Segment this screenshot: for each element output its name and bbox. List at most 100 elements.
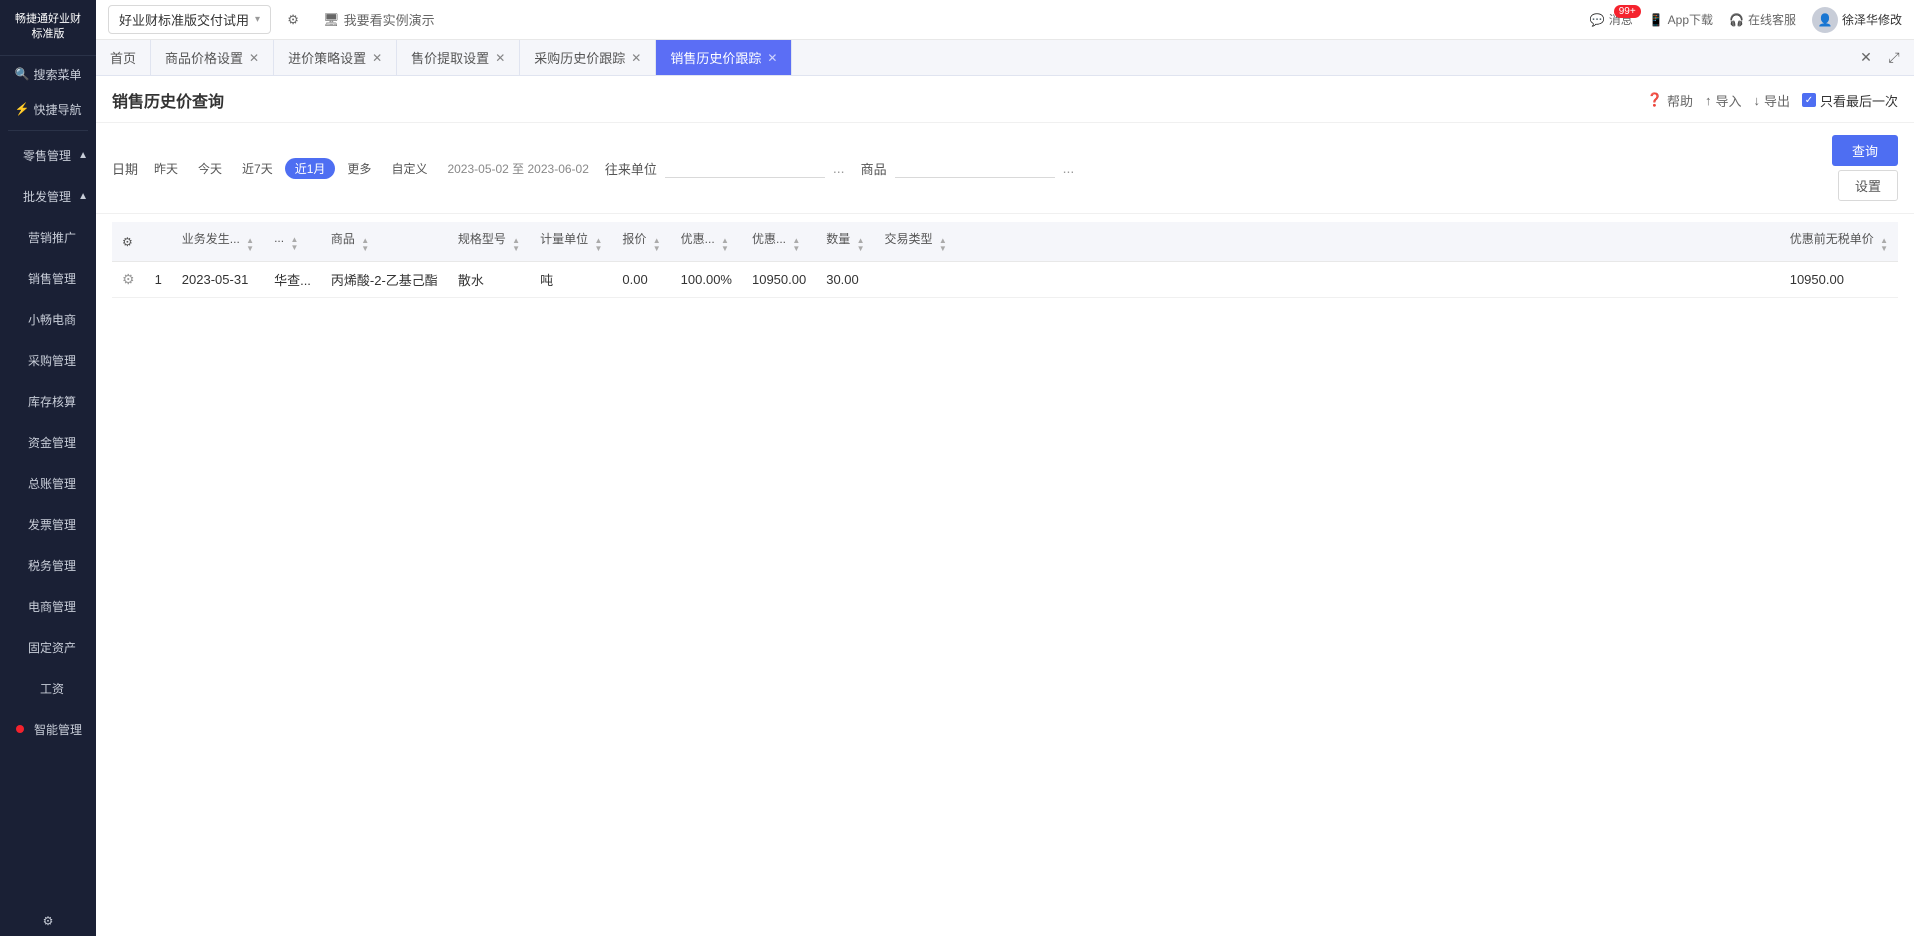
close-icon[interactable]: ✕ — [767, 51, 777, 65]
date-filter-group: 日期 昨天 今天 近7天 近1月 更多 自定义 2023-05-02 至 202… — [112, 158, 589, 179]
import-link[interactable]: ↑ 导入 — [1705, 91, 1742, 110]
date-filter-label: 日期 — [112, 159, 138, 178]
sidebar-logo: 畅捷通好业财 标准版 — [0, 0, 96, 56]
sidebar-item-general-ledger[interactable]: 总账管理 — [0, 463, 96, 504]
sidebar-settings[interactable]: ⚙ — [0, 906, 96, 936]
td-biz-date: 2023-05-31 — [172, 262, 264, 298]
sidebar-item-ecommerce-small[interactable]: 小畅电商 — [0, 299, 96, 340]
sort-icon: ▲▼ — [653, 237, 661, 253]
tab-sale-extract[interactable]: 售价提取设置 ✕ — [397, 40, 520, 76]
version-selector[interactable]: 好业财标准版交付试用 ▾ — [108, 5, 271, 34]
sidebar-divider — [8, 130, 88, 131]
close-window-button[interactable]: ✕ — [1854, 46, 1878, 70]
date-btn-custom[interactable]: 自定义 — [383, 158, 435, 179]
export-link[interactable]: ↓ 导出 — [1753, 91, 1790, 110]
date-btn-more[interactable]: 更多 — [339, 158, 379, 179]
sort-icon: ▲▼ — [792, 237, 800, 253]
date-btn-today[interactable]: 今天 — [190, 158, 230, 179]
sort-icon: ▲▼ — [1880, 237, 1888, 253]
sidebar-item-fixed-assets[interactable]: 固定资产 — [0, 627, 96, 668]
close-icon[interactable]: ✕ — [495, 51, 505, 65]
source-unit-input[interactable] — [665, 158, 825, 178]
sidebar-item-marketing[interactable]: 营销推广 — [0, 217, 96, 258]
help-link[interactable]: ❓ 帮助 — [1647, 91, 1693, 110]
source-unit-dots[interactable]: ... — [833, 160, 845, 176]
gear-icon: ⚙ — [287, 12, 299, 28]
tab-purchase-history[interactable]: 采购历史价跟踪 ✕ — [520, 40, 656, 76]
red-dot-icon — [16, 725, 24, 733]
date-btn-last1month[interactable]: 近1月 — [285, 158, 336, 179]
app-download-button[interactable]: 📱 App下载 — [1649, 11, 1713, 28]
sidebar-item-fund[interactable]: 资金管理 — [0, 422, 96, 463]
avatar: 👤 — [1812, 7, 1838, 33]
th-discount2[interactable]: 优惠... ▲▼ — [742, 222, 816, 262]
sidebar-item-purchase[interactable]: 采购管理 — [0, 340, 96, 381]
td-product: 丙烯酸-2-乙基己酯 — [321, 262, 448, 298]
online-service-button[interactable]: 🎧 在线客服 — [1729, 11, 1796, 28]
maximize-window-button[interactable]: ⤢ — [1882, 46, 1906, 70]
setting-button[interactable]: 设置 — [1838, 170, 1898, 201]
topbar-gear-button[interactable]: ⚙ — [279, 6, 307, 34]
sidebar-item-smart-mgmt[interactable]: 智能管理 — [0, 709, 96, 750]
tab-sales-history[interactable]: 销售历史价跟踪 ✕ — [656, 40, 792, 76]
messages-button[interactable]: 💬 消息 99+ — [1590, 11, 1633, 28]
page-actions: ❓ 帮助 ↑ 导入 ↓ 导出 ✓ 只看最后一次 — [1647, 91, 1898, 110]
page-content: 销售历史价查询 ❓ 帮助 ↑ 导入 ↓ 导出 ✓ 只看最后一次 — [96, 76, 1914, 936]
sort-icon: ▲▼ — [361, 237, 369, 253]
th-price[interactable]: 报价 ▲▼ — [612, 222, 670, 262]
sidebar-item-payroll[interactable]: 工资 — [0, 668, 96, 709]
product-dots[interactable]: ... — [1063, 160, 1075, 176]
message-icon: 💬 — [1590, 13, 1605, 27]
close-icon[interactable]: ✕ — [372, 51, 382, 65]
query-button[interactable]: 查询 — [1832, 135, 1898, 166]
date-btn-yesterday[interactable]: 昨天 — [146, 158, 186, 179]
th-spec[interactable]: 规格型号 ▲▼ — [448, 222, 530, 262]
sidebar-item-invoice[interactable]: 发票管理 — [0, 504, 96, 545]
date-options: 昨天 今天 近7天 近1月 更多 自定义 — [146, 158, 435, 179]
only-last-checkbox-label[interactable]: ✓ 只看最后一次 — [1802, 91, 1898, 110]
th-biz-date[interactable]: 业务发生... ▲▼ — [172, 222, 264, 262]
user-profile[interactable]: 👤 徐泽华修改 — [1812, 7, 1902, 33]
gear-icon[interactable]: ⚙ — [122, 235, 133, 249]
version-label: 好业财标准版交付试用 — [119, 10, 249, 29]
import-icon: ↑ — [1705, 93, 1712, 108]
product-input[interactable] — [895, 158, 1055, 178]
th-quantity[interactable]: 数量 ▲▼ — [816, 222, 874, 262]
tab-home[interactable]: 首页 — [96, 40, 151, 76]
th-discount1[interactable]: 优惠... ▲▼ — [671, 222, 742, 262]
chevron-up-icon: ▲ — [78, 191, 88, 202]
filter-buttons: 查询 设置 — [1832, 135, 1898, 201]
mobile-icon: 📱 — [1649, 13, 1664, 27]
headset-icon: 🎧 — [1729, 13, 1744, 27]
td-trade-type — [875, 262, 957, 298]
sort-icon: ▲▼ — [939, 237, 947, 253]
sidebar-item-retail[interactable]: 零售管理 ▲ — [0, 135, 96, 176]
sidebar-item-tax[interactable]: 税务管理 — [0, 545, 96, 586]
sidebar-quicknav[interactable]: ⚡ 快捷导航 — [0, 93, 96, 126]
tab-purchase-strategy[interactable]: 进价策略设置 ✕ — [274, 40, 397, 76]
td-discount1: 100.00% — [671, 262, 742, 298]
chevron-down-icon: ▾ — [255, 14, 260, 25]
gear-icon[interactable]: ⚙ — [122, 271, 135, 287]
sidebar-item-inventory[interactable]: 库存核算 — [0, 381, 96, 422]
date-btn-last7[interactable]: 近7天 — [234, 158, 281, 179]
close-icon[interactable]: ✕ — [249, 51, 259, 65]
th-pretax-price[interactable]: 优惠前无税单价 ▲▼ — [1780, 222, 1898, 262]
th-product[interactable]: 商品 ▲▼ — [321, 222, 448, 262]
app-name: 畅捷通好业财 标准版 — [8, 12, 88, 43]
demo-link[interactable]: 🖥 我要看实例演示 — [323, 10, 435, 29]
th-trade-type[interactable]: 交易类型 ▲▼ — [875, 222, 957, 262]
sidebar-item-sales[interactable]: 销售管理 — [0, 258, 96, 299]
close-icon[interactable]: ✕ — [631, 51, 641, 65]
th-more-cols[interactable]: ... ▲▼ — [264, 222, 321, 262]
sort-icon: ▲▼ — [594, 237, 602, 253]
sidebar-item-wholesale[interactable]: 批发管理 ▲ — [0, 176, 96, 217]
tab-bar: 首页 商品价格设置 ✕ 进价策略设置 ✕ 售价提取设置 ✕ 采购历史价跟踪 ✕ … — [96, 40, 1914, 76]
sidebar-search[interactable]: 🔍 搜索菜单 — [0, 56, 96, 93]
sort-icon: ▲▼ — [857, 237, 865, 253]
data-table: ⚙ 业务发生... ▲▼ ... ▲▼ 商品 ▲▼ — [112, 222, 1898, 298]
tab-price-setting[interactable]: 商品价格设置 ✕ — [151, 40, 274, 76]
help-icon: ❓ — [1647, 92, 1663, 108]
th-unit[interactable]: 计量单位 ▲▼ — [530, 222, 612, 262]
sidebar-item-ecommerce[interactable]: 电商管理 — [0, 586, 96, 627]
